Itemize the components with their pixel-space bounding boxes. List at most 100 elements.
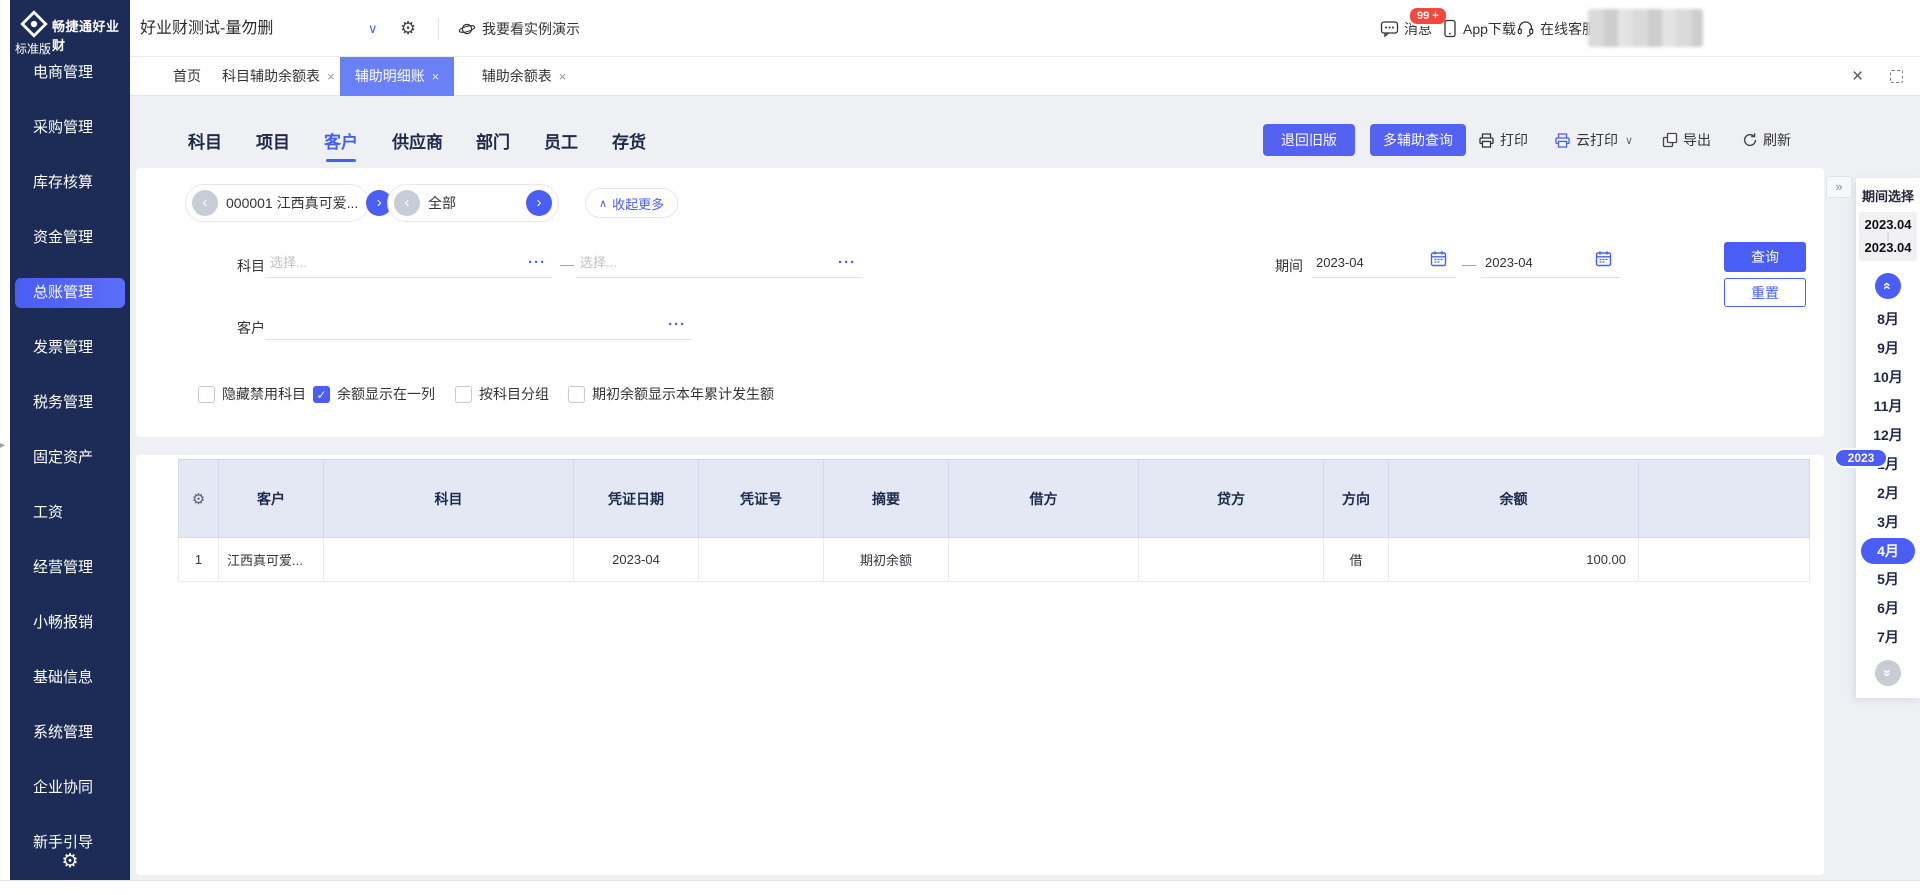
month-nov[interactable]: 11月 bbox=[1856, 392, 1920, 421]
checkbox-box[interactable] bbox=[568, 385, 585, 403]
customer-select[interactable] bbox=[266, 310, 692, 340]
checkbox-box-checked[interactable]: ✓ bbox=[313, 385, 330, 403]
multi-aux-query-button[interactable]: 多辅助查询 bbox=[1370, 124, 1466, 156]
aux-scope-pager[interactable]: ‹ 全部 › bbox=[387, 184, 559, 222]
sidebar-item-tax[interactable]: 税务管理 bbox=[10, 388, 130, 418]
sidebar-item-basic-info[interactable]: 基础信息 bbox=[10, 663, 130, 693]
col-credit[interactable]: 贷方 bbox=[1138, 459, 1324, 538]
fullscreen-icon[interactable] bbox=[1890, 70, 1903, 83]
subtab-project[interactable]: 项目 bbox=[256, 128, 290, 153]
subtab-employee[interactable]: 员工 bbox=[544, 128, 578, 153]
sidebar-item-inventory-accounting[interactable]: 库存核算 bbox=[10, 168, 130, 198]
checkbox-balance-single-column[interactable]: ✓ 余额显示在一列 bbox=[313, 384, 435, 404]
close-all-icon[interactable]: × bbox=[1852, 57, 1863, 96]
checkbox-group-by-subject[interactable]: 按科目分组 bbox=[455, 384, 549, 404]
checkbox-opening-balance-ytd[interactable]: 期初余额显示本年累计发生额 bbox=[568, 384, 774, 404]
year-badge: 2023 bbox=[1834, 448, 1888, 468]
checkbox-hide-disabled-subjects[interactable]: 隐藏禁用科目 bbox=[198, 384, 306, 404]
prev-icon[interactable]: ‹ bbox=[394, 190, 420, 216]
col-voucher-no[interactable]: 凭证号 bbox=[698, 459, 824, 538]
tab-subject-aux-balance[interactable]: 科目辅助余额表 × bbox=[222, 57, 335, 96]
period-range-to[interactable]: 2023.04 bbox=[1859, 240, 1917, 255]
subject-from-select[interactable] bbox=[266, 248, 552, 278]
scroll-months-down-button[interactable]: » bbox=[1875, 660, 1901, 686]
demo-link[interactable]: 我要看实例演示 bbox=[458, 0, 580, 57]
panel-expander-icon[interactable]: » bbox=[1826, 176, 1852, 198]
subtab-subject[interactable]: 科目 bbox=[188, 128, 222, 153]
print-button[interactable]: 打印 bbox=[1478, 124, 1528, 156]
user-account-blurred[interactable] bbox=[1588, 9, 1703, 47]
query-button[interactable]: 查询 bbox=[1724, 242, 1806, 272]
sidebar-settings-gear-icon[interactable]: ⚙ bbox=[10, 850, 130, 873]
sidebar-item-expense[interactable]: 小畅报销 bbox=[10, 608, 130, 638]
aux-item-pager[interactable]: ‹ 000001 江西真可爱... › bbox=[185, 184, 393, 222]
table-row[interactable]: 1 江西真可爱... 2023-04 期初余额 借 100.00 bbox=[178, 537, 1810, 582]
subtab-department[interactable]: 部门 bbox=[476, 128, 510, 153]
month-jun[interactable]: 6月 bbox=[1856, 594, 1920, 623]
sidebar-item-collaboration[interactable]: 企业协同 bbox=[10, 773, 130, 803]
close-icon[interactable]: × bbox=[559, 69, 567, 84]
sidebar-item-invoice[interactable]: 发票管理 bbox=[10, 333, 130, 363]
month-feb[interactable]: 2月 bbox=[1856, 479, 1920, 508]
sidebar-item-system[interactable]: 系统管理 bbox=[10, 718, 130, 748]
horizontal-scrollbar-track[interactable] bbox=[0, 880, 1920, 895]
chevron-down-icon[interactable]: ∨ bbox=[368, 0, 378, 57]
sidebar-item-payroll[interactable]: 工资 bbox=[10, 498, 130, 528]
account-set-selector[interactable]: 好业财测试-量勿删 bbox=[140, 0, 273, 57]
subject-to-select[interactable] bbox=[576, 248, 862, 278]
col-subject[interactable]: 科目 bbox=[323, 459, 574, 538]
calendar-icon[interactable] bbox=[1595, 250, 1612, 267]
tab-aux-balance[interactable]: 辅助余额表 × bbox=[474, 57, 574, 96]
subtab-inventory[interactable]: 存货 bbox=[612, 128, 646, 153]
calendar-icon[interactable] bbox=[1430, 250, 1447, 267]
sidebar-item-ecommerce[interactable]: 电商管理 bbox=[10, 58, 130, 88]
back-to-old-version-button[interactable]: 退回旧版 bbox=[1263, 124, 1355, 156]
month-sep[interactable]: 9月 bbox=[1856, 334, 1920, 363]
checkbox-box[interactable] bbox=[198, 385, 215, 403]
sidebar-item-operations[interactable]: 经营管理 bbox=[10, 553, 130, 583]
export-button[interactable]: 导出 bbox=[1662, 124, 1711, 156]
col-direction[interactable]: 方向 bbox=[1323, 459, 1389, 538]
next-icon[interactable]: › bbox=[526, 190, 552, 216]
col-voucher-date[interactable]: 凭证日期 bbox=[573, 459, 699, 538]
tab-aux-detail-ledger[interactable]: 辅助明细账 × bbox=[340, 57, 454, 96]
subtab-customer[interactable]: 客户 bbox=[324, 128, 358, 162]
col-empty bbox=[1638, 459, 1810, 538]
close-icon[interactable]: × bbox=[432, 69, 440, 84]
sidebar-item-purchasing[interactable]: 采购管理 bbox=[10, 113, 130, 143]
prev-icon[interactable]: ‹ bbox=[192, 190, 218, 216]
month-oct[interactable]: 10月 bbox=[1856, 363, 1920, 392]
period-range-from[interactable]: 2023.04 bbox=[1859, 217, 1917, 232]
refresh-button[interactable]: 刷新 bbox=[1742, 124, 1791, 156]
month-dec[interactable]: 12月 bbox=[1856, 421, 1920, 450]
customer-more-icon[interactable]: ··· bbox=[668, 316, 686, 333]
scroll-months-up-button[interactable]: « bbox=[1875, 273, 1901, 299]
sidebar-item-fixed-assets[interactable]: 固定资产 bbox=[10, 443, 130, 473]
close-icon[interactable]: × bbox=[327, 69, 335, 84]
cloud-print-button[interactable]: 云打印 ∨ bbox=[1554, 124, 1633, 156]
month-mar[interactable]: 3月 bbox=[1856, 508, 1920, 537]
sidebar-expand-icon[interactable]: ▸ bbox=[0, 440, 5, 451]
month-apr-active[interactable]: 4月 bbox=[1861, 538, 1915, 564]
reset-button[interactable]: 重置 bbox=[1724, 278, 1806, 307]
app-download-button[interactable]: App下载 bbox=[1442, 0, 1516, 57]
subtab-supplier[interactable]: 供应商 bbox=[392, 128, 443, 153]
support-button[interactable]: 在线客服 bbox=[1516, 0, 1596, 57]
month-jul[interactable]: 7月 bbox=[1856, 623, 1920, 652]
col-summary[interactable]: 摘要 bbox=[823, 459, 949, 538]
col-debit[interactable]: 借方 bbox=[948, 459, 1139, 538]
subject-to-more-icon[interactable]: ··· bbox=[838, 254, 856, 271]
gear-icon[interactable]: ⚙ bbox=[400, 0, 416, 57]
sidebar-item-funds[interactable]: 资金管理 bbox=[10, 223, 130, 253]
collapse-more-toggle[interactable]: ∧ 收起更多 bbox=[585, 188, 679, 218]
col-customer[interactable]: 客户 bbox=[218, 459, 324, 538]
col-balance[interactable]: 余额 bbox=[1388, 459, 1639, 538]
subject-from-more-icon[interactable]: ··· bbox=[528, 254, 546, 271]
month-aug[interactable]: 8月 bbox=[1856, 305, 1920, 334]
sidebar-item-general-ledger[interactable]: 总账管理 bbox=[15, 278, 125, 308]
month-may[interactable]: 5月 bbox=[1856, 565, 1920, 594]
tab-home[interactable]: 首页 bbox=[157, 57, 217, 96]
column-settings-gear-icon[interactable]: ⚙ bbox=[192, 491, 205, 508]
checkbox-box[interactable] bbox=[455, 385, 472, 403]
range-dash: — bbox=[1462, 256, 1476, 272]
